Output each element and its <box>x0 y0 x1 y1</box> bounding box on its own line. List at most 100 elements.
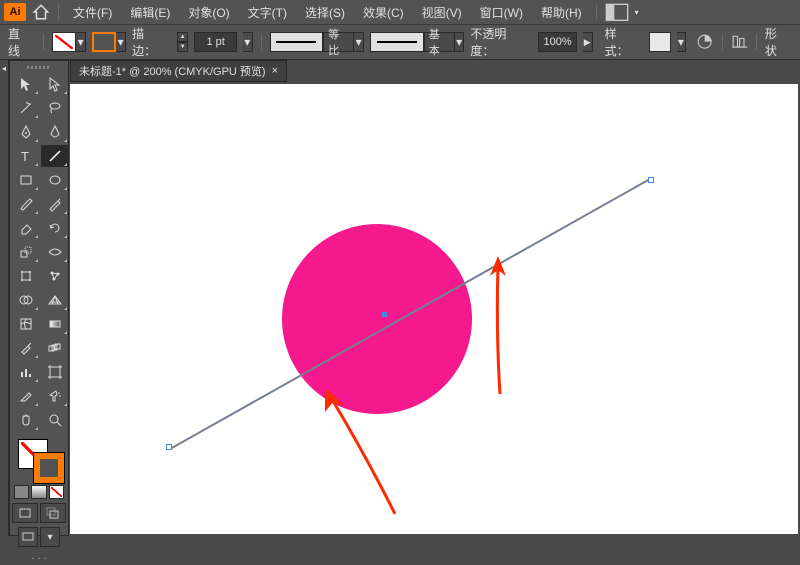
canvas[interactable] <box>70 84 798 534</box>
selected-tool-label: 直线 <box>8 25 31 59</box>
artwork-line-selected[interactable] <box>165 164 655 464</box>
document-tab[interactable]: 未标题-1* @ 200% (CMYK/GPU 预览) × <box>70 60 287 82</box>
chevron-down-icon[interactable]: ▾ <box>243 32 253 52</box>
tool-column-graph[interactable] <box>12 361 39 383</box>
tool-hand[interactable] <box>12 409 39 431</box>
annotation-arrow-icon <box>315 384 405 524</box>
menu-file[interactable]: 文件(F) <box>67 2 118 23</box>
recolor-icon[interactable] <box>696 33 713 51</box>
divider <box>722 34 723 50</box>
menu-window[interactable]: 窗口(W) <box>474 2 529 23</box>
tool-pencil[interactable] <box>41 193 68 215</box>
tool-type[interactable]: T <box>12 145 39 167</box>
tool-width[interactable] <box>41 241 68 263</box>
stroke-profile-label: 等比 <box>323 32 354 52</box>
selection-handle-end[interactable] <box>648 177 654 183</box>
home-icon[interactable] <box>32 3 50 21</box>
color-mode-gradient[interactable] <box>31 485 46 499</box>
app-logo[interactable]: Ai <box>4 3 26 21</box>
color-mode-none[interactable] <box>49 485 64 499</box>
opacity-label: 不透明度： <box>470 25 528 59</box>
fill-swatch-control[interactable]: ▾ <box>52 32 86 52</box>
tool-ellipse[interactable] <box>41 169 68 191</box>
chevron-down-icon[interactable]: ▾ <box>677 32 687 52</box>
opacity-input[interactable]: 100% <box>538 32 577 52</box>
stroke-weight-stepper[interactable]: ▲▼ <box>177 32 189 52</box>
stroke-swatch-large[interactable] <box>34 453 64 483</box>
screen-mode-button[interactable] <box>18 527 38 547</box>
tool-paintbrush[interactable] <box>12 193 39 215</box>
menu-edit[interactable]: 编辑(E) <box>124 2 176 23</box>
tool-free-transform[interactable] <box>12 265 39 287</box>
fill-stroke-indicator[interactable] <box>12 437 66 481</box>
tool-zoom[interactable] <box>41 409 68 431</box>
tool-direct-selection[interactable] <box>41 73 68 95</box>
menubar: Ai 文件(F) 编辑(E) 对象(O) 文字(T) 选择(S) 效果(C) 视… <box>0 0 800 24</box>
divider <box>43 34 44 50</box>
tool-gradient[interactable] <box>41 313 68 335</box>
tool-symbol-sprayer[interactable] <box>41 385 68 407</box>
document-tab-bar: 未标题-1* @ 200% (CMYK/GPU 预览) × <box>70 60 798 84</box>
brush-preview <box>370 32 424 52</box>
tool-pen[interactable] <box>12 121 39 143</box>
screen-mode-caret[interactable]: ▾ <box>40 527 60 547</box>
chevron-down-icon[interactable]: ▾ <box>635 8 639 17</box>
tool-line-segment[interactable] <box>41 145 68 167</box>
tool-mesh[interactable] <box>12 313 39 335</box>
tool-rotate[interactable] <box>41 217 68 239</box>
chevron-down-icon: ▾ <box>455 32 465 52</box>
menu-select[interactable]: 选择(S) <box>299 2 351 23</box>
tool-perspective-grid[interactable] <box>41 289 68 311</box>
chevron-right-icon[interactable]: ▶ <box>583 32 593 52</box>
divider <box>58 4 59 20</box>
tool-scale[interactable] <box>12 241 39 263</box>
tool-artboard[interactable] <box>41 361 68 383</box>
toolbox-grip[interactable] <box>12 63 66 71</box>
tool-slice[interactable] <box>12 385 39 407</box>
chevron-down-icon: ▾ <box>116 32 126 52</box>
toolbox: T ▾ · · · <box>9 60 69 536</box>
tool-curvature[interactable] <box>41 121 68 143</box>
stroke-label: 描边： <box>132 25 167 59</box>
stroke-profile-preview <box>270 32 324 52</box>
selection-anchor-mid[interactable] <box>382 312 387 317</box>
stroke-weight-input[interactable]: 1 pt <box>194 32 236 52</box>
menu-type[interactable]: 文字(T) <box>242 2 293 23</box>
chevron-down-icon: ▾ <box>76 32 86 52</box>
svg-text:T: T <box>21 149 29 164</box>
chevron-down-icon: ▾ <box>354 32 364 52</box>
tool-shape-builder[interactable] <box>12 289 39 311</box>
stroke-swatch-control[interactable]: ▾ <box>92 32 126 52</box>
annotation-arrow-icon <box>480 254 520 404</box>
workspace-switcher-icon[interactable] <box>605 3 629 21</box>
divider <box>596 4 597 20</box>
menu-view[interactable]: 视图(V) <box>416 2 468 23</box>
fill-swatch-icon <box>52 32 76 52</box>
selection-handle-start[interactable] <box>166 444 172 450</box>
tool-magic-wand[interactable] <box>12 97 39 119</box>
tool-eyedropper[interactable] <box>12 337 39 359</box>
menu-help[interactable]: 帮助(H) <box>535 2 588 23</box>
menu-effect[interactable]: 效果(C) <box>357 2 410 23</box>
tool-rectangle[interactable] <box>12 169 39 191</box>
tool-eraser[interactable] <box>12 217 39 239</box>
menu-object[interactable]: 对象(O) <box>182 2 235 23</box>
draw-behind-icon[interactable] <box>40 503 66 523</box>
brush-label: 基本 <box>424 32 455 52</box>
brush-definition-control[interactable]: 基本 ▾ <box>370 32 464 52</box>
align-icon[interactable] <box>731 33 748 51</box>
tool-puppet-warp[interactable] <box>41 265 68 287</box>
close-icon[interactable]: × <box>272 65 278 77</box>
stroke-profile-control[interactable]: 等比 ▾ <box>270 32 364 52</box>
tool-selection[interactable] <box>12 73 39 95</box>
shape-label[interactable]: 形状 <box>765 25 788 59</box>
draw-normal-icon[interactable] <box>12 503 38 523</box>
divider <box>261 34 262 50</box>
color-mode-solid[interactable] <box>14 485 29 499</box>
style-label: 样式： <box>605 25 640 59</box>
toolbox-more-button[interactable]: · · · <box>12 551 66 565</box>
tool-lasso[interactable] <box>41 97 68 119</box>
tool-blend[interactable] <box>41 337 68 359</box>
toolbox-collapse-handle[interactable]: ◂ <box>0 60 9 536</box>
graphic-style-swatch[interactable] <box>649 32 670 52</box>
